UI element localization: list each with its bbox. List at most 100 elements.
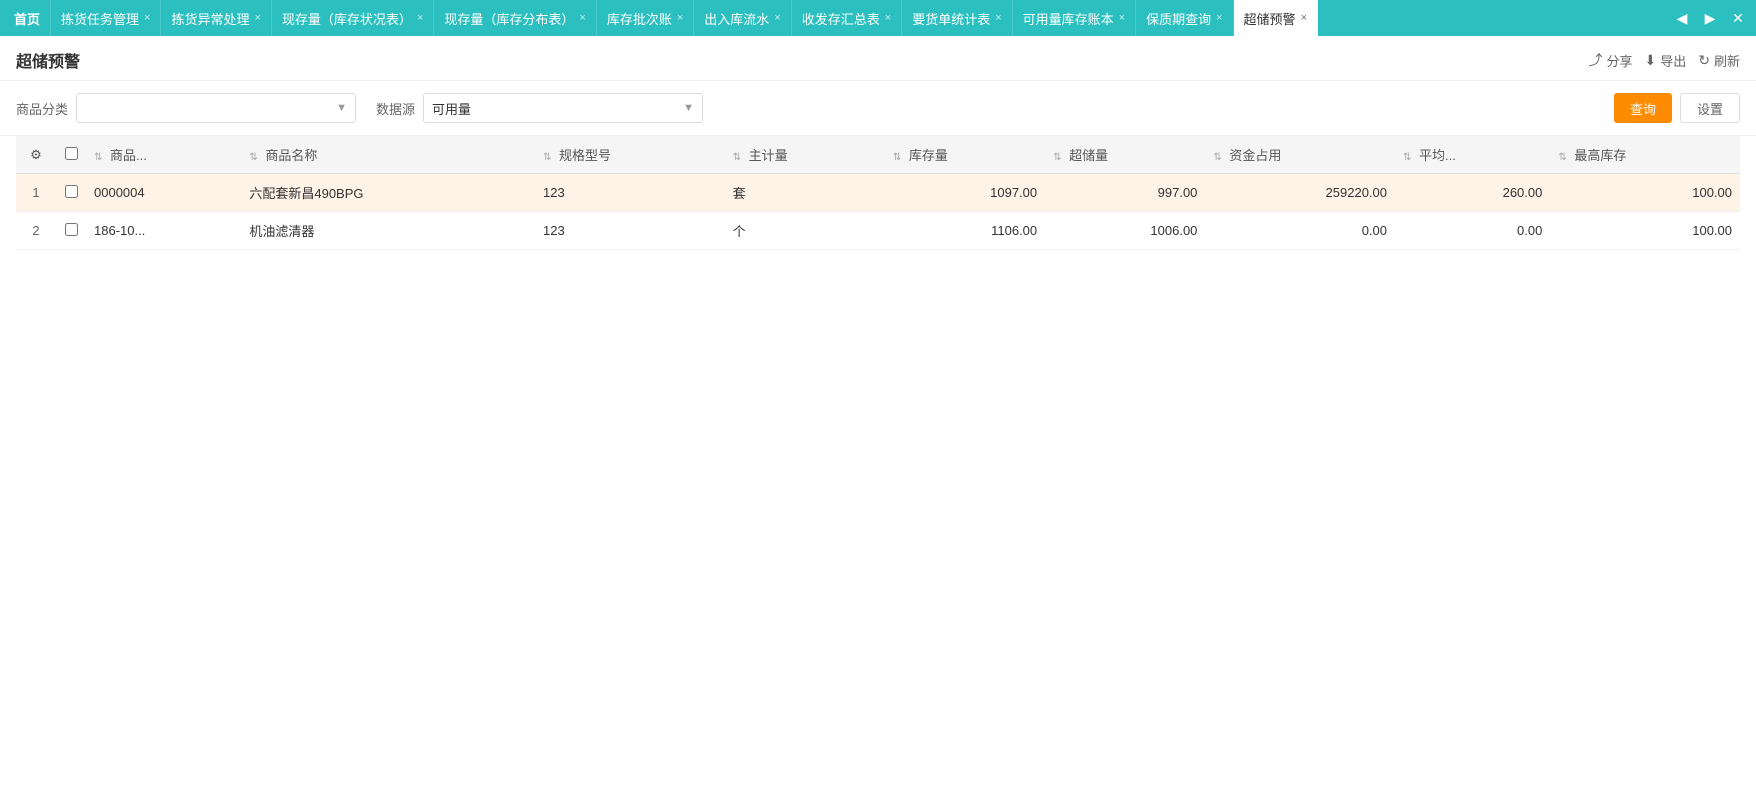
query-button[interactable]: 查询 [1614,93,1672,123]
nav-inout-flow[interactable]: 出入库流水 × [694,0,791,36]
col-overstock-qty-header[interactable]: ⇅ 超储量 [1045,136,1205,174]
row-product-code: 0000004 [86,174,241,212]
row-spec: 123 [535,174,725,212]
sort-icon-unit: ⇅ [733,152,741,163]
col-checkbox-header[interactable] [56,136,86,174]
row-avg: 0.00 [1395,212,1550,250]
row-checkbox-cell[interactable] [56,212,86,250]
share-button[interactable]: ⤴ 分享 [1588,50,1632,70]
refresh-icon: ↻ [1698,52,1710,69]
row-product-code: 186-10... [86,212,241,250]
table-container: ⚙ ⇅ 商品... ⇅ 商品名称 ⇅ 规格型号 [0,136,1756,250]
row-max-stock: 100.00 [1550,174,1740,212]
col-settings[interactable]: ⚙ [16,136,56,174]
settings-button[interactable]: 设置 [1680,93,1740,123]
page-title: 超储预警 [16,48,80,72]
close-quality-check[interactable]: × [1216,12,1222,24]
refresh-button[interactable]: ↻ 刷新 [1698,51,1740,70]
datasource-select-arrow: ▼ [683,102,694,114]
nav-available-account[interactable]: 可用量库存账本 × [1013,0,1136,36]
nav-overstock-warning[interactable]: 超储预警 × [1234,0,1318,36]
category-label: 商品分类 [16,99,68,118]
row-stock-qty: 1106.00 [885,212,1045,250]
close-order-stats[interactable]: × [995,12,1001,24]
col-max-stock-header[interactable]: ⇅ 最高库存 [1550,136,1740,174]
sort-icon-max-stock: ⇅ [1558,152,1566,163]
share-icon: ⤴ [1588,50,1602,70]
page-container: 超储预警 ⤴ 分享 ⬇ 导出 ↻ 刷新 商品分类 ▼ 数据源 [0,36,1756,800]
nav-close-all-btn[interactable]: ✕ [1724,0,1752,36]
table-row: 2 186-10... 机油滤清器 123 个 1106.00 1006.00 … [16,212,1740,250]
close-recv-send[interactable]: × [885,12,891,24]
nav-order-stats[interactable]: 要货单统计表 × [902,0,1012,36]
col-product-code-header[interactable]: ⇅ 商品... [86,136,241,174]
close-available-account[interactable]: × [1119,12,1125,24]
gear-icon: ⚙ [30,147,42,162]
col-capital-used-header[interactable]: ⇅ 资金占用 [1205,136,1395,174]
close-inventory-dist[interactable]: × [579,12,585,24]
nav-home[interactable]: 首页 [4,0,51,36]
close-inout-flow[interactable]: × [774,12,780,24]
datasource-label: 数据源 [376,99,415,118]
row-product-name: 机油滤清器 [241,212,535,250]
row-spec: 123 [535,212,725,250]
col-unit-header[interactable]: ⇅ 主计量 [725,136,885,174]
col-spec-header[interactable]: ⇅ 规格型号 [535,136,725,174]
sort-icon-capital-used: ⇅ [1213,152,1221,163]
close-batch-account[interactable]: × [677,12,683,24]
nav-exception[interactable]: 拣货异常处理 × [161,0,271,36]
select-all-checkbox[interactable] [65,147,78,160]
nav-quality-check[interactable]: 保质期查询 × [1136,0,1233,36]
table-row: 1 0000004 六配套新昌490BPG 123 套 1097.00 997.… [16,174,1740,212]
row-overstock-qty: 997.00 [1045,174,1205,212]
export-button[interactable]: ⬇ 导出 [1645,51,1687,70]
nav-inventory-dist[interactable]: 现存量（库存分布表） × [434,0,596,36]
close-exception[interactable]: × [254,12,260,24]
row-max-stock: 100.00 [1550,212,1740,250]
filter-area: 商品分类 ▼ 数据源 可用量 ▼ 查询 设置 [0,81,1756,136]
datasource-filter-group: 数据源 可用量 ▼ [376,93,703,123]
category-select[interactable]: ▼ [76,93,356,123]
filter-actions: 查询 设置 [1614,93,1740,123]
row-capital-used: 259220.00 [1205,174,1395,212]
category-select-arrow: ▼ [336,102,347,114]
row-stock-qty: 1097.00 [885,174,1045,212]
nav-inventory-status[interactable]: 现存量（库存状况表） × [272,0,434,36]
nav-recv-send[interactable]: 收发存汇总表 × [792,0,902,36]
datasource-select[interactable]: 可用量 ▼ [423,93,703,123]
page-header: 超储预警 ⤴ 分享 ⬇ 导出 ↻ 刷新 [0,36,1756,81]
table-header-row: ⚙ ⇅ 商品... ⇅ 商品名称 ⇅ 规格型号 [16,136,1740,174]
nav-prev-btn[interactable]: ◀ [1668,0,1696,36]
export-icon: ⬇ [1645,52,1657,69]
close-task-mgmt[interactable]: × [144,12,150,24]
sort-icon-avg: ⇅ [1403,152,1411,163]
row-num: 2 [16,212,56,250]
row-checkbox[interactable] [65,223,78,236]
row-overstock-qty: 1006.00 [1045,212,1205,250]
col-avg-header[interactable]: ⇅ 平均... [1395,136,1550,174]
close-inventory-status[interactable]: × [417,12,423,24]
col-stock-qty-header[interactable]: ⇅ 库存量 [885,136,1045,174]
sort-icon-product-code: ⇅ [94,152,102,163]
sort-icon-product-name: ⇅ [249,152,257,163]
topbar-nav-arrows: ◀ ▶ ✕ [1668,0,1752,36]
nav-next-btn[interactable]: ▶ [1696,0,1724,36]
nav-batch-account[interactable]: 库存批次账 × [597,0,694,36]
sort-icon-overstock-qty: ⇅ [1053,152,1061,163]
row-num: 1 [16,174,56,212]
data-table: ⚙ ⇅ 商品... ⇅ 商品名称 ⇅ 规格型号 [16,136,1740,250]
close-overstock-warning[interactable]: × [1301,12,1307,24]
category-filter-group: 商品分类 ▼ [16,93,356,123]
row-avg: 260.00 [1395,174,1550,212]
row-capital-used: 0.00 [1205,212,1395,250]
sort-icon-spec: ⇅ [543,152,551,163]
nav-task-mgmt[interactable]: 拣货任务管理 × [51,0,161,36]
row-checkbox[interactable] [65,185,78,198]
col-product-name-header[interactable]: ⇅ 商品名称 [241,136,535,174]
row-unit: 个 [725,212,885,250]
topbar: 首页 拣货任务管理 × 拣货异常处理 × 现存量（库存状况表） × 现存量（库存… [0,0,1756,36]
row-checkbox-cell[interactable] [56,174,86,212]
header-actions: ⤴ 分享 ⬇ 导出 ↻ 刷新 [1588,50,1740,70]
datasource-select-value: 可用量 [432,99,471,118]
row-product-name: 六配套新昌490BPG [241,174,535,212]
